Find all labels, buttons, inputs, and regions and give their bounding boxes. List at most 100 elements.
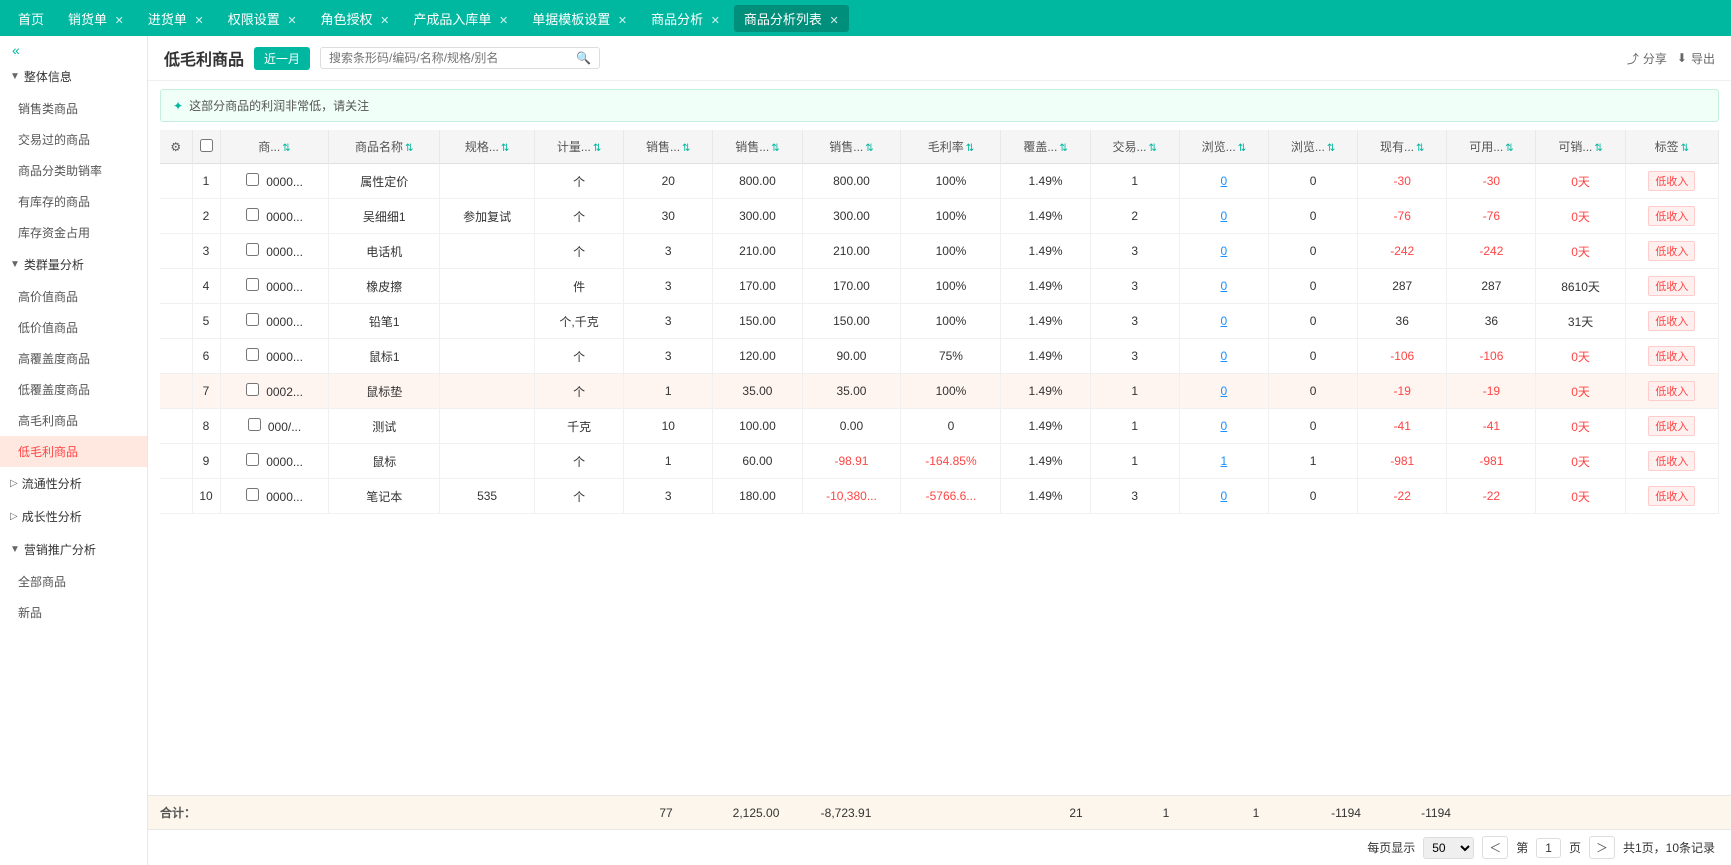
next-page-btn[interactable]: ＞ xyxy=(1589,836,1615,859)
sidebar-item-low-coverage[interactable]: 低覆盖度商品 xyxy=(0,374,147,405)
cell-view1[interactable]: 0 xyxy=(1179,164,1268,199)
sidebar-group-overall[interactable]: ▼ 整体信息 xyxy=(0,60,147,93)
col-tag[interactable]: 标签⇅ xyxy=(1625,130,1718,164)
col-name[interactable]: 商品名称⇅ xyxy=(329,130,440,164)
cell-tag: 低收入 xyxy=(1625,409,1718,444)
row-checkbox-7[interactable] xyxy=(248,418,261,431)
cell-spec xyxy=(440,444,535,479)
nav-purchase-close[interactable]: ✕ xyxy=(194,15,203,27)
col-sale-qty[interactable]: 销售...⇅ xyxy=(624,130,713,164)
nav-product-analysis-close[interactable]: ✕ xyxy=(711,15,720,27)
search-icon[interactable]: 🔍 xyxy=(576,51,591,65)
per-page-select[interactable]: 50 100 200 xyxy=(1423,837,1474,859)
sidebar-item-sales-goods[interactable]: 销售类商品 xyxy=(0,93,147,124)
sidebar-item-category-rate[interactable]: 商品分类助销率 xyxy=(0,155,147,186)
sidebar-item-low-margin[interactable]: 低毛利商品 xyxy=(0,436,147,467)
cell-view2: 0 xyxy=(1268,269,1357,304)
col-sale-amount[interactable]: 销售...⇅ xyxy=(713,130,802,164)
col-available-stock[interactable]: 可用...⇅ xyxy=(1447,130,1536,164)
col-saleable-days[interactable]: 可销...⇅ xyxy=(1536,130,1625,164)
date-filter-btn[interactable]: 近一月 xyxy=(254,47,310,70)
row-checkbox-1[interactable] xyxy=(246,208,259,221)
cell-settings xyxy=(160,479,192,514)
row-checkbox-6[interactable] xyxy=(246,383,259,396)
cell-spec xyxy=(440,339,535,374)
share-btn[interactable]: ⤴ 分享 xyxy=(1627,50,1667,67)
nav-sales-close[interactable]: ✕ xyxy=(115,15,124,27)
col-settings[interactable]: ⚙ xyxy=(160,130,192,164)
row-checkbox-0[interactable] xyxy=(246,173,259,186)
row-checkbox-4[interactable] xyxy=(246,313,259,326)
cell-view1[interactable]: 0 xyxy=(1179,269,1268,304)
col-view1[interactable]: 浏览...⇅ xyxy=(1179,130,1268,164)
sidebar-group-marketing[interactable]: ▼ 营销推广分析 xyxy=(0,533,147,566)
nav-product-analysis[interactable]: 商品分析 ✕ xyxy=(641,5,730,32)
sidebar-group-growth[interactable]: ▷ 成长性分析 xyxy=(0,500,147,533)
footer-view1: 1 xyxy=(1126,806,1206,820)
col-trade[interactable]: 交易...⇅ xyxy=(1090,130,1179,164)
sidebar-item-traded-goods[interactable]: 交易过的商品 xyxy=(0,124,147,155)
tag-badge: 低收入 xyxy=(1648,311,1695,331)
cell-spec xyxy=(440,304,535,339)
nav-role[interactable]: 角色授权 ✕ xyxy=(311,5,400,32)
cell-view1[interactable]: 0 xyxy=(1179,199,1268,234)
data-table: ⚙ 商...⇅ 商品名称⇅ 规格...⇅ 计量...⇅ 销售...⇅ 销售...… xyxy=(160,130,1719,514)
cell-view1[interactable]: 0 xyxy=(1179,409,1268,444)
cell-view1[interactable]: 0 xyxy=(1179,339,1268,374)
nav-template-close[interactable]: ✕ xyxy=(618,15,627,27)
sidebar-collapse-btn[interactable]: « xyxy=(8,42,24,58)
row-checkbox-9[interactable] xyxy=(246,488,259,501)
nav-purchase[interactable]: 进货单 ✕ xyxy=(138,5,214,32)
cell-view1[interactable]: 0 xyxy=(1179,234,1268,269)
cell-sale-profit: -10,380... xyxy=(802,479,901,514)
tag-badge: 低收入 xyxy=(1648,206,1695,226)
row-checkbox-5[interactable] xyxy=(246,348,259,361)
row-checkbox-3[interactable] xyxy=(246,278,259,291)
sidebar-item-high-margin[interactable]: 高毛利商品 xyxy=(0,405,147,436)
sidebar-item-new-goods[interactable]: 新品 xyxy=(0,597,147,628)
nav-product-analysis-list-close[interactable]: ✕ xyxy=(830,15,839,27)
cell-spec xyxy=(440,374,535,409)
search-input[interactable] xyxy=(329,51,570,65)
sidebar-item-in-stock[interactable]: 有库存的商品 xyxy=(0,186,147,217)
nav-home[interactable]: 首页 xyxy=(8,5,54,32)
col-gross-rate[interactable]: 毛利率⇅ xyxy=(901,130,1001,164)
prev-page-btn[interactable]: ＜ xyxy=(1482,836,1508,859)
nav-product-analysis-list[interactable]: 商品分析列表 ✕ xyxy=(734,5,849,32)
cell-tag: 低收入 xyxy=(1625,479,1718,514)
col-coverage[interactable]: 覆盖...⇅ xyxy=(1001,130,1090,164)
sidebar-group-circulation[interactable]: ▷ 流通性分析 xyxy=(0,467,147,500)
nav-product-in[interactable]: 产成品入库单 ✕ xyxy=(403,5,518,32)
sidebar-item-capital[interactable]: 库存资金占用 xyxy=(0,217,147,248)
export-btn[interactable]: ⬇ 导出 xyxy=(1677,50,1715,67)
col-unit[interactable]: 计量...⇅ xyxy=(534,130,623,164)
sidebar-item-high-coverage[interactable]: 高覆盖度商品 xyxy=(0,343,147,374)
cell-sale-profit: 800.00 xyxy=(802,164,901,199)
sidebar-item-low-value[interactable]: 低价值商品 xyxy=(0,312,147,343)
sidebar-item-high-value[interactable]: 高价值商品 xyxy=(0,281,147,312)
sidebar-group-cluster[interactable]: ▼ 类群量分析 xyxy=(0,248,147,281)
col-sale-profit[interactable]: 销售...⇅ xyxy=(802,130,901,164)
cell-view1[interactable]: 0 xyxy=(1179,304,1268,339)
cell-view1[interactable]: 0 xyxy=(1179,374,1268,409)
col-current-stock[interactable]: 现有...⇅ xyxy=(1358,130,1447,164)
col-spec[interactable]: 规格...⇅ xyxy=(440,130,535,164)
cell-gross-rate: 100% xyxy=(901,234,1001,269)
row-checkbox-8[interactable] xyxy=(246,453,259,466)
select-all-checkbox[interactable] xyxy=(200,139,213,152)
nav-product-in-close[interactable]: ✕ xyxy=(499,15,508,27)
col-code[interactable]: 商...⇅ xyxy=(220,130,329,164)
nav-sales[interactable]: 销货单 ✕ xyxy=(58,5,134,32)
nav-role-close[interactable]: ✕ xyxy=(380,15,389,27)
nav-permission-close[interactable]: ✕ xyxy=(287,15,296,27)
sidebar-item-all-goods[interactable]: 全部商品 xyxy=(0,566,147,597)
row-checkbox-2[interactable] xyxy=(246,243,259,256)
col-view2[interactable]: 浏览...⇅ xyxy=(1268,130,1357,164)
cell-sale-amount: 800.00 xyxy=(713,164,802,199)
cell-view1[interactable]: 1 xyxy=(1179,444,1268,479)
nav-permission[interactable]: 权限设置 ✕ xyxy=(218,5,307,32)
cell-settings xyxy=(160,409,192,444)
cell-view1[interactable]: 0 xyxy=(1179,479,1268,514)
nav-template[interactable]: 单据模板设置 ✕ xyxy=(522,5,637,32)
cell-unit: 个,千克 xyxy=(534,304,623,339)
